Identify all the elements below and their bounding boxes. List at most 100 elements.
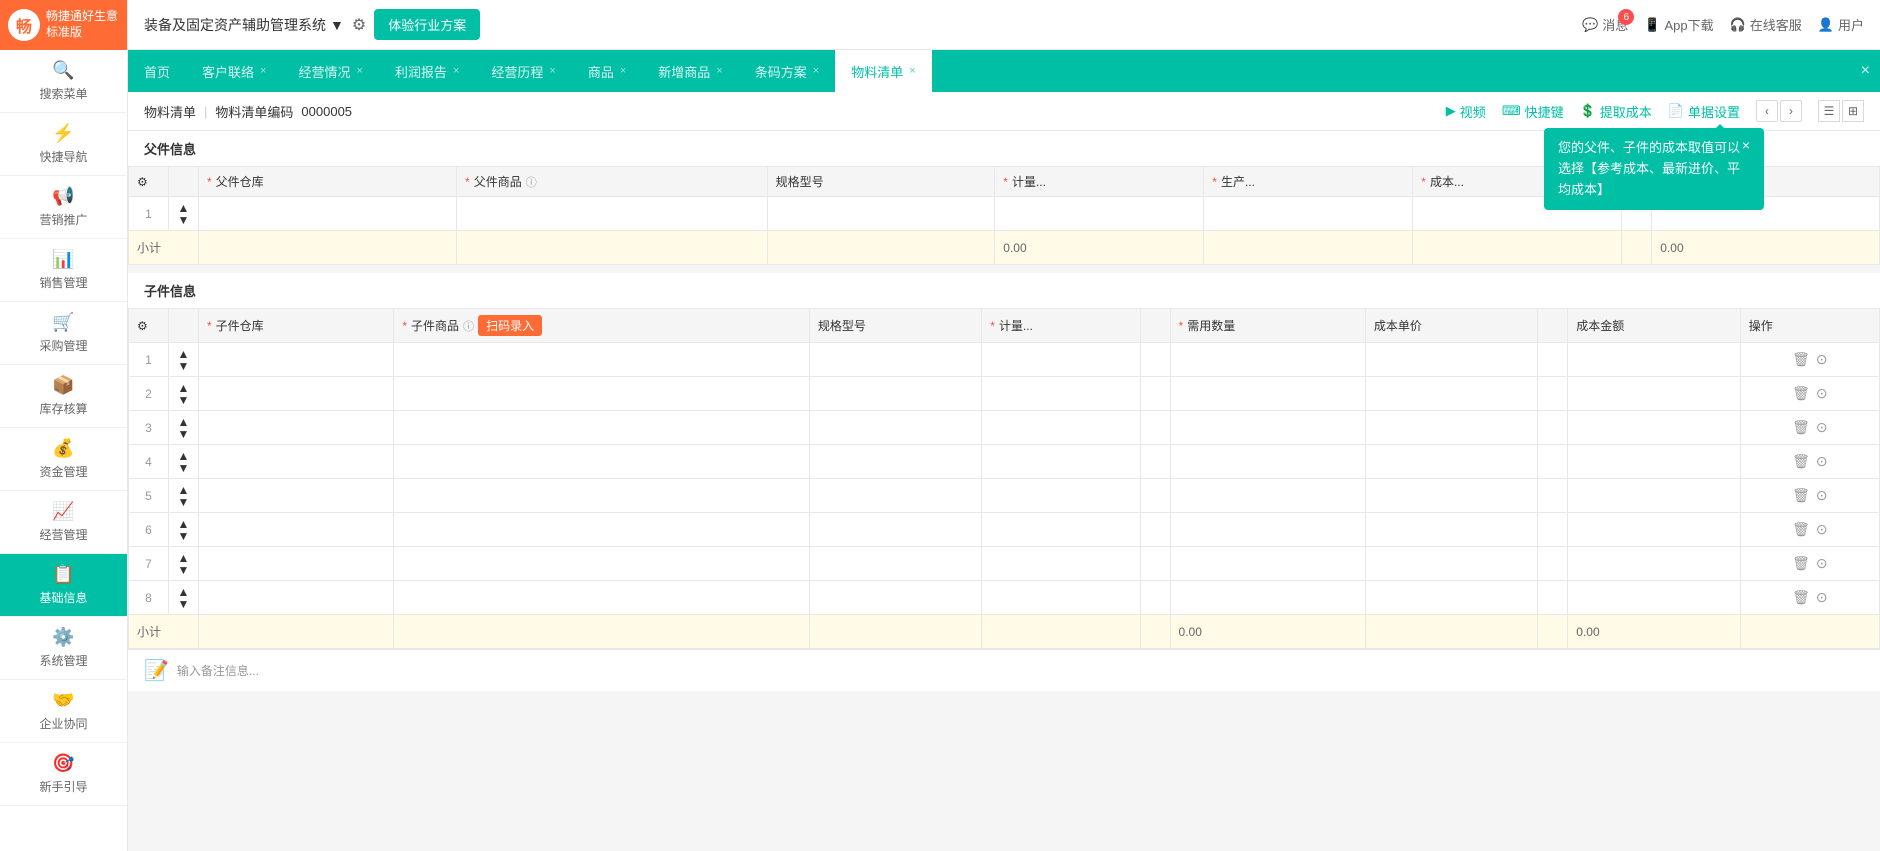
parent-product-info-icon[interactable]: ⓘ	[526, 174, 537, 190]
child-row-2-warehouse[interactable]	[199, 377, 394, 411]
settings-icon[interactable]: ⚙	[352, 15, 366, 35]
child-row-1-unit[interactable]	[982, 343, 1140, 377]
child-row-5-unit[interactable]	[982, 479, 1140, 513]
settings-icon[interactable]: ⚙	[137, 175, 148, 189]
sidebar-item-marketing[interactable]: 📢 营销推广	[0, 176, 127, 239]
child-row-8-unit[interactable]	[982, 581, 1140, 615]
delete-icon-row-5[interactable]: 🗑	[1792, 487, 1810, 504]
child-row-6-spec[interactable]	[809, 513, 981, 547]
child-row-2-needed-qty[interactable]	[1170, 377, 1365, 411]
copy-icon-row-7[interactable]: ⊙	[1816, 555, 1828, 572]
sidebar-item-operation-mgr[interactable]: 📈 经营管理	[0, 491, 127, 554]
child-row-3-product[interactable]	[394, 411, 810, 445]
delete-icon-row-6[interactable]: 🗑	[1792, 521, 1810, 538]
nav-tab-barcode-close[interactable]: ×	[813, 65, 819, 77]
child-row-7-spec[interactable]	[809, 547, 981, 581]
sidebar-item-finance[interactable]: 💰 资金管理	[0, 428, 127, 491]
nav-tab-profit[interactable]: 利润报告×	[379, 50, 475, 92]
child-row-8-product[interactable]	[394, 581, 810, 615]
child-row-6-product[interactable]	[394, 513, 810, 547]
child-row-7-needed-qty[interactable]	[1170, 547, 1365, 581]
child-row-6-warehouse[interactable]	[199, 513, 394, 547]
sidebar-item-purchase[interactable]: 🛒 采购管理	[0, 302, 127, 365]
single-setting-action[interactable]: 📄 单据设置	[1668, 102, 1740, 121]
child-row-3-unit-cost[interactable]	[1365, 411, 1537, 445]
layout-grid-button[interactable]: ⊞	[1842, 100, 1864, 122]
bottom-bar-hint[interactable]: 输入备注信息...	[177, 662, 259, 679]
parent-row-1-product[interactable]	[457, 197, 768, 231]
copy-icon-row-6[interactable]: ⊙	[1816, 521, 1828, 538]
copy-icon-row-4[interactable]: ⊙	[1816, 453, 1828, 470]
user-item[interactable]: 👤 用户	[1818, 15, 1864, 34]
child-row-6-needed-qty[interactable]	[1170, 513, 1365, 547]
nav-tab-operation-close[interactable]: ×	[356, 65, 362, 77]
child-settings-icon[interactable]: ⚙	[137, 319, 148, 333]
child-row-3-warehouse[interactable]	[199, 411, 394, 445]
child-row-7-unit-cost[interactable]	[1365, 547, 1537, 581]
parent-row-1-production[interactable]	[1204, 197, 1413, 231]
nav-tab-customer-close[interactable]: ×	[260, 65, 266, 77]
sidebar-item-quick-nav[interactable]: ⚡ 快捷导航	[0, 113, 127, 176]
message-item[interactable]: 💬 消息 6	[1582, 15, 1628, 34]
nav-tab-new_goods[interactable]: 新增商品×	[642, 50, 738, 92]
extract-cost-action[interactable]: 💲 提取成本	[1580, 102, 1652, 121]
child-row-1-warehouse[interactable]	[199, 343, 394, 377]
layout-list-button[interactable]: ☰	[1818, 100, 1840, 122]
child-row-4-warehouse[interactable]	[199, 445, 394, 479]
child-row-5-warehouse[interactable]	[199, 479, 394, 513]
delete-icon-row-2[interactable]: 🗑	[1792, 385, 1810, 402]
delete-icon-row-4[interactable]: 🗑	[1792, 453, 1810, 470]
child-row-2-product[interactable]	[394, 377, 810, 411]
child-row-8-spec[interactable]	[809, 581, 981, 615]
trial-button[interactable]: 体验行业方案	[374, 9, 480, 40]
child-row-4-product[interactable]	[394, 445, 810, 479]
nav-tab-customer[interactable]: 客户联络×	[186, 50, 282, 92]
child-row-1-needed-qty[interactable]	[1170, 343, 1365, 377]
sidebar-item-inventory[interactable]: 📦 库存核算	[0, 365, 127, 428]
copy-icon-row-3[interactable]: ⊙	[1816, 419, 1828, 436]
child-row-4-unit[interactable]	[982, 445, 1140, 479]
child-row-5-needed-qty[interactable]	[1170, 479, 1365, 513]
child-row-6-unit-cost[interactable]	[1365, 513, 1537, 547]
copy-icon-row-8[interactable]: ⊙	[1816, 589, 1828, 606]
system-title-dropdown[interactable]: 装备及固定资产辅助管理系统 ▼	[144, 15, 344, 35]
nav-tab-goods-close[interactable]: ×	[620, 65, 626, 77]
sidebar-item-enterprise[interactable]: 🤝 企业协同	[0, 680, 127, 743]
child-row-5-spec[interactable]	[809, 479, 981, 513]
child-row-7-warehouse[interactable]	[199, 547, 394, 581]
parent-row-1-warehouse[interactable]	[199, 197, 457, 231]
scan-input-button[interactable]: 扫码录入	[478, 315, 542, 336]
nav-tab-history-close[interactable]: ×	[549, 65, 555, 77]
sidebar-item-guide[interactable]: 🎯 新手引导	[0, 743, 127, 806]
sidebar-item-search[interactable]: 🔍 搜索菜单	[0, 50, 127, 113]
delete-icon-row-3[interactable]: 🗑	[1792, 419, 1810, 436]
nav-tab-operation[interactable]: 经营情况×	[282, 50, 378, 92]
nav-prev-button[interactable]: ‹	[1756, 100, 1778, 122]
video-action[interactable]: ▶ 视频	[1446, 102, 1486, 121]
child-row-3-spec[interactable]	[809, 411, 981, 445]
sidebar-item-basic-info[interactable]: 📋 基础信息	[0, 554, 127, 617]
nav-tab-home[interactable]: 首页	[128, 50, 186, 92]
child-row-5-product[interactable]	[394, 479, 810, 513]
tooltip-close-button[interactable]: ×	[1742, 138, 1750, 152]
copy-icon-row-5[interactable]: ⊙	[1816, 487, 1828, 504]
child-row-8-needed-qty[interactable]	[1170, 581, 1365, 615]
nav-next-button[interactable]: ›	[1780, 100, 1802, 122]
online-service-item[interactable]: 🎧 在线客服	[1730, 15, 1802, 34]
nav-tab-bom-close[interactable]: ×	[909, 65, 915, 77]
child-row-2-unit-cost[interactable]	[1365, 377, 1537, 411]
delete-icon-row-1[interactable]: 🗑	[1792, 351, 1810, 368]
child-row-8-warehouse[interactable]	[199, 581, 394, 615]
child-row-5-unit-cost[interactable]	[1365, 479, 1537, 513]
parent-row-1-unit[interactable]	[995, 197, 1204, 231]
child-product-info-icon[interactable]: ⓘ	[463, 318, 474, 334]
child-row-7-product[interactable]	[394, 547, 810, 581]
close-all-tabs-button[interactable]: ×	[1851, 62, 1880, 80]
nav-tab-profit-close[interactable]: ×	[453, 65, 459, 77]
child-row-2-unit[interactable]	[982, 377, 1140, 411]
child-row-4-spec[interactable]	[809, 445, 981, 479]
child-row-6-unit[interactable]	[982, 513, 1140, 547]
app-download-item[interactable]: 📱 App下载	[1644, 15, 1713, 34]
nav-tab-goods[interactable]: 商品×	[572, 50, 642, 92]
parent-row-1-spec[interactable]	[767, 197, 995, 231]
